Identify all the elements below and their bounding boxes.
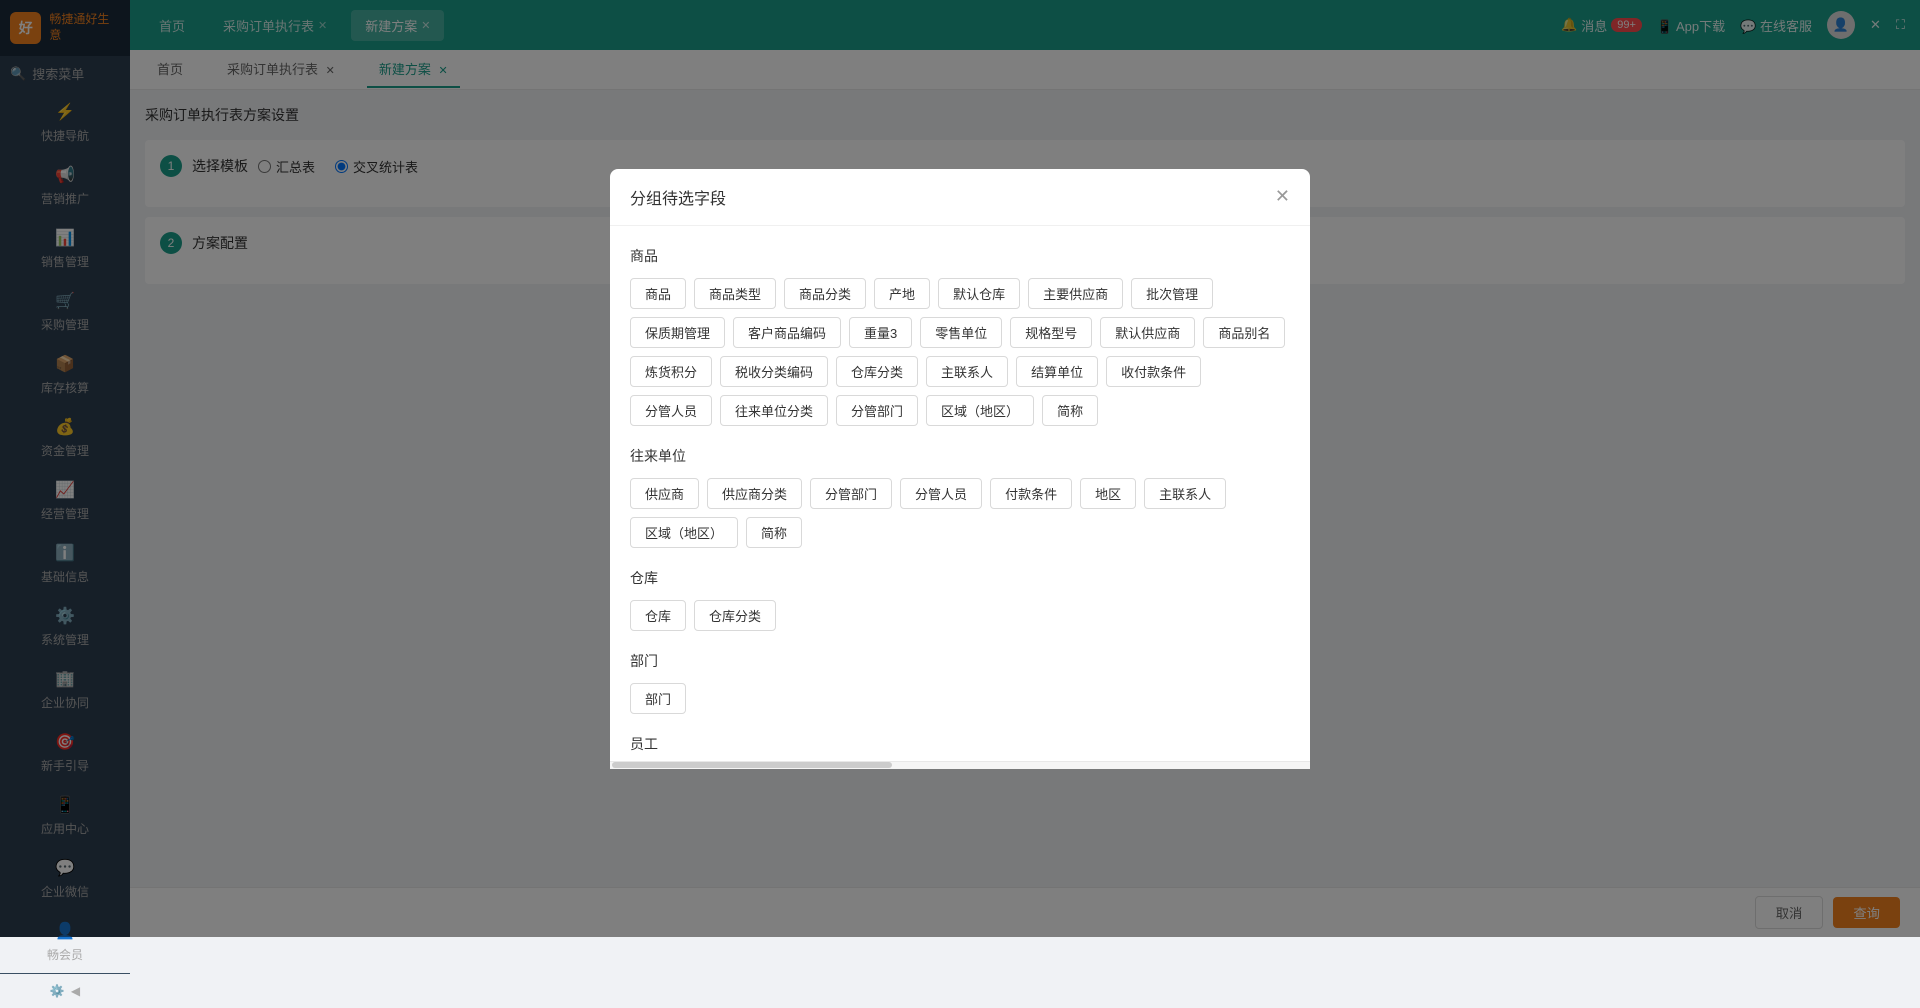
- field-refine-points[interactable]: 炼货积分: [630, 356, 712, 387]
- modal-horizontal-scrollbar[interactable]: [610, 761, 1310, 769]
- field-origin[interactable]: 产地: [874, 278, 930, 309]
- section-partner-fields: 供应商 供应商分类 分管部门 分管人员 付款条件 地区 主联系人 区域（地区） …: [630, 478, 1290, 548]
- section-partner-title: 往来单位: [630, 446, 1290, 466]
- modal-close-button[interactable]: ✕: [1275, 186, 1290, 207]
- field-region[interactable]: 区域（地区）: [926, 395, 1034, 426]
- section-warehouse-title: 仓库: [630, 568, 1290, 588]
- field-partner-personnel[interactable]: 分管人员: [900, 478, 982, 509]
- field-warehouse-category[interactable]: 仓库分类: [836, 356, 918, 387]
- field-customer-goods-code[interactable]: 客户商品编码: [733, 317, 841, 348]
- field-goods-type[interactable]: 商品类型: [694, 278, 776, 309]
- modal-overlay: 分组待选字段 ✕ 商品 商品 商品类型 商品分类 产地 默认仓库 主要供应商 批…: [0, 0, 1920, 937]
- field-manage-dept[interactable]: 分管部门: [836, 395, 918, 426]
- field-supervisor[interactable]: 分管人员: [630, 395, 712, 426]
- field-supplier-category[interactable]: 供应商分类: [707, 478, 802, 509]
- field-warehouse-type[interactable]: 仓库分类: [694, 600, 776, 631]
- field-goods-alias[interactable]: 商品别名: [1203, 317, 1285, 348]
- field-payment-terms[interactable]: 收付款条件: [1106, 356, 1201, 387]
- section-department-title: 部门: [630, 651, 1290, 671]
- field-main-contact[interactable]: 主联系人: [926, 356, 1008, 387]
- modal-body[interactable]: 商品 商品 商品类型 商品分类 产地 默认仓库 主要供应商 批次管理 保质期管理…: [610, 226, 1310, 761]
- field-retail-unit[interactable]: 零售单位: [920, 317, 1002, 348]
- field-partner-dept[interactable]: 分管部门: [810, 478, 892, 509]
- field-department[interactable]: 部门: [630, 683, 686, 714]
- section-employee-title: 员工: [630, 734, 1290, 754]
- field-spec-model[interactable]: 规格型号: [1010, 317, 1092, 348]
- field-partner-category[interactable]: 往来单位分类: [720, 395, 828, 426]
- section-employee: 员工 业务员: [630, 734, 1290, 761]
- section-warehouse-fields: 仓库 仓库分类: [630, 600, 1290, 631]
- field-shelf-life[interactable]: 保质期管理: [630, 317, 725, 348]
- field-warehouse[interactable]: 仓库: [630, 600, 686, 631]
- settings-icon: ⚙️: [50, 984, 65, 998]
- section-department: 部门 部门: [630, 651, 1290, 714]
- field-partner-short[interactable]: 简称: [746, 517, 802, 548]
- section-warehouse: 仓库 仓库 仓库分类: [630, 568, 1290, 631]
- sidebar-bottom-settings[interactable]: ⚙️ ◀: [0, 974, 130, 1008]
- field-default-warehouse[interactable]: 默认仓库: [938, 278, 1020, 309]
- field-short-name[interactable]: 简称: [1042, 395, 1098, 426]
- field-batch-manage[interactable]: 批次管理: [1131, 278, 1213, 309]
- field-partner-region[interactable]: 区域（地区）: [630, 517, 738, 548]
- field-tax-code[interactable]: 税收分类编码: [720, 356, 828, 387]
- field-payment-condition[interactable]: 付款条件: [990, 478, 1072, 509]
- field-supplier[interactable]: 供应商: [630, 478, 699, 509]
- modal-hscroll-thumb[interactable]: [612, 762, 892, 768]
- field-settlement-unit[interactable]: 结算单位: [1016, 356, 1098, 387]
- sidebar-item-label: 畅会员: [47, 946, 83, 963]
- section-goods: 商品 商品 商品类型 商品分类 产地 默认仓库 主要供应商 批次管理 保质期管理…: [630, 246, 1290, 426]
- field-main-supplier[interactable]: 主要供应商: [1028, 278, 1123, 309]
- field-partner-contact[interactable]: 主联系人: [1144, 478, 1226, 509]
- modal-title: 分组待选字段: [630, 185, 726, 209]
- field-select-modal: 分组待选字段 ✕ 商品 商品 商品类型 商品分类 产地 默认仓库 主要供应商 批…: [610, 169, 1310, 769]
- collapse-icon: ◀: [71, 984, 80, 998]
- field-goods-category[interactable]: 商品分类: [784, 278, 866, 309]
- section-department-fields: 部门: [630, 683, 1290, 714]
- section-partner: 往来单位 供应商 供应商分类 分管部门 分管人员 付款条件 地区 主联系人 区域…: [630, 446, 1290, 548]
- modal-header: 分组待选字段 ✕: [610, 169, 1310, 226]
- field-area[interactable]: 地区: [1080, 478, 1136, 509]
- section-goods-title: 商品: [630, 246, 1290, 266]
- field-default-supplier[interactable]: 默认供应商: [1100, 317, 1195, 348]
- section-goods-fields: 商品 商品类型 商品分类 产地 默认仓库 主要供应商 批次管理 保质期管理 客户…: [630, 278, 1290, 426]
- field-weight3[interactable]: 重量3: [849, 317, 912, 348]
- field-goods[interactable]: 商品: [630, 278, 686, 309]
